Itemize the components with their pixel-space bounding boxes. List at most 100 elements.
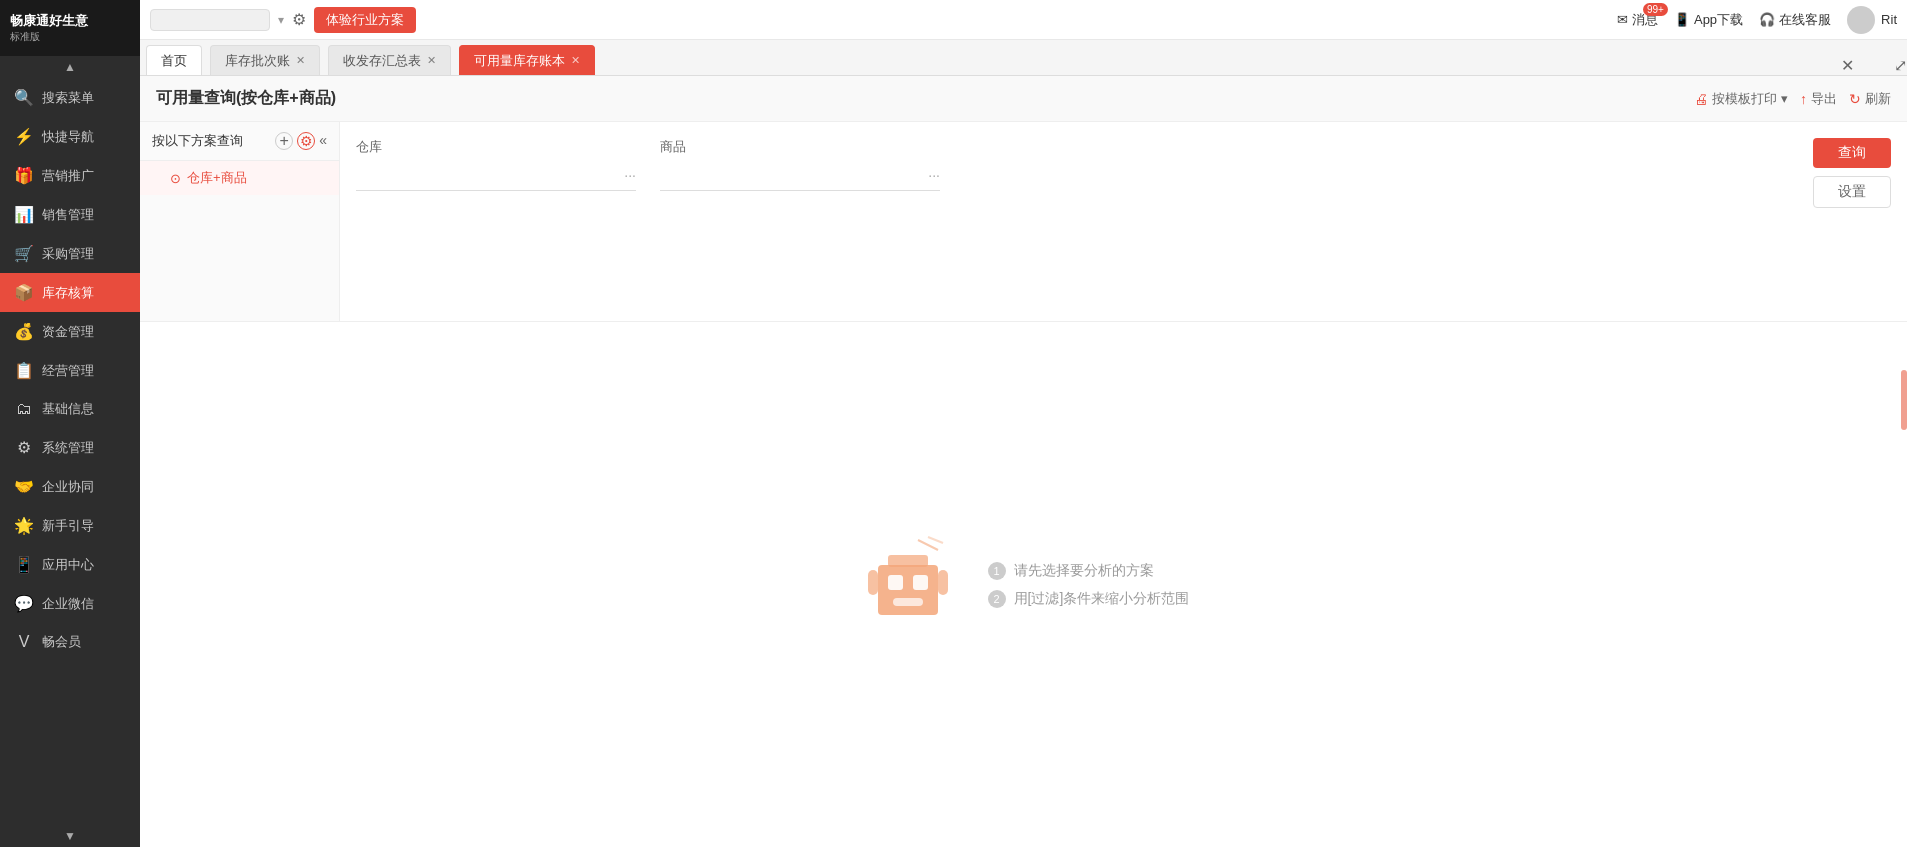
print-dropdown-icon: ▾ (1781, 91, 1788, 106)
goods-more-icon[interactable]: ··· (928, 167, 940, 183)
topbar-right: ✉ 消息 99+ 📱 App下载 🎧 在线客服 Rit (1617, 6, 1897, 34)
sidebar-item-member[interactable]: V 畅会员 (0, 623, 140, 661)
newbie-icon: 🌟 (14, 516, 34, 535)
online-service-label: 在线客服 (1779, 11, 1831, 29)
sidebar-item-marketing-promo[interactable]: 🎁 营销推广 (0, 156, 140, 195)
warehouse-more-icon[interactable]: ··· (624, 167, 636, 183)
scheme-item-warehouse-goods[interactable]: ⊙ 仓库+商品 (140, 161, 339, 195)
warehouse-input[interactable]: ··· (356, 160, 636, 191)
filter-scheme-label: 按以下方案查询 (152, 132, 243, 150)
query-button[interactable]: 查询 (1813, 138, 1891, 168)
tab-close-batch-account[interactable]: ✕ (296, 54, 305, 67)
sidebar-logo-sub: 标准版 (10, 30, 40, 44)
sidebar-item-label-quick: 快捷导航 (42, 128, 94, 146)
sidebar-item-label-inventory: 库存核算 (42, 284, 94, 302)
sidebar-item-search[interactable]: 🔍 搜索菜单 (0, 78, 140, 117)
tab-receipt-summary[interactable]: 收发存汇总表 ✕ (328, 45, 451, 75)
tab-available-ledger[interactable]: 可用量库存账本✕ (459, 45, 595, 75)
hint-number-2: 2 (988, 590, 1006, 608)
basic-icon: 🗂 (14, 400, 34, 418)
svg-line-7 (918, 540, 938, 550)
sidebar-item-label-newbie: 新手引导 (42, 517, 94, 535)
sidebar-item-label-sales: 销售管理 (42, 206, 94, 224)
empty-hint-2: 2 用[过滤]条件来缩小分析范围 (988, 590, 1190, 608)
tab-label-home: 首页 (161, 52, 187, 70)
close-all-tabs-button[interactable]: ✕ (1841, 56, 1854, 75)
quick-icon: ⚡ (14, 127, 34, 146)
marketing-promo-icon: 🎁 (14, 166, 34, 185)
user-menu[interactable]: Rit (1847, 6, 1897, 34)
sidebar-item-purchase[interactable]: 🛒 采购管理 (0, 234, 140, 273)
sidebar-logo: 畅康通好生意 标准版 (0, 0, 140, 56)
app-center-icon: 📱 (14, 555, 34, 574)
sidebar-item-label-basic: 基础信息 (42, 400, 94, 418)
filter-goods-field: 商品 ··· (660, 138, 940, 191)
refresh-label: 刷新 (1865, 90, 1891, 108)
sidebar-item-basic[interactable]: 🗂 基础信息 (0, 390, 140, 428)
phone-icon: 📱 (1674, 12, 1690, 27)
tab-close-receipt-summary[interactable]: ✕ (427, 54, 436, 67)
sidebar-item-inventory[interactable]: 📦 库存核算 (0, 273, 140, 312)
sidebar-item-finance[interactable]: 💰 资金管理 (0, 312, 140, 351)
sidebar-item-operations[interactable]: 📋 经营管理 (0, 351, 140, 390)
topbar-dropdown-icon[interactable]: ▾ (278, 13, 284, 27)
sidebar-item-label-operations: 经营管理 (42, 362, 94, 380)
online-service-button[interactable]: 🎧 在线客服 (1759, 11, 1831, 29)
filter-warehouse-field: 仓库 ··· (356, 138, 636, 191)
settings-scheme-icon[interactable]: ⚙ (297, 132, 315, 150)
warehouse-label: 仓库 (356, 138, 636, 156)
trial-industry-button[interactable]: 体验行业方案 (314, 7, 416, 33)
empty-hint-1: 1 请先选择要分析的方案 (988, 562, 1190, 580)
sidebar-scroll-down[interactable]: ▼ (0, 825, 140, 847)
tab-label-receipt-summary: 收发存汇总表 (343, 52, 421, 70)
app-download-button[interactable]: 📱 App下载 (1674, 11, 1743, 29)
collapse-scheme-icon[interactable]: « (319, 132, 327, 150)
export-icon: ↑ (1800, 91, 1807, 107)
svg-rect-5 (938, 570, 948, 595)
sidebar-item-label-finance: 资金管理 (42, 323, 94, 341)
svg-rect-1 (888, 575, 903, 590)
sidebar-item-label-wechat: 企业微信 (42, 595, 94, 613)
sidebar-item-label-app-center: 应用中心 (42, 556, 94, 574)
sidebar-item-enterprise[interactable]: 🤝 企业协同 (0, 467, 140, 506)
sidebar-item-quick[interactable]: ⚡ 快捷导航 (0, 117, 140, 156)
sidebar-scroll-up[interactable]: ▲ (0, 56, 140, 78)
headset-icon: 🎧 (1759, 12, 1775, 27)
message-button[interactable]: ✉ 消息 99+ (1617, 11, 1658, 29)
sales-icon: 📊 (14, 205, 34, 224)
topbar-search-input[interactable] (150, 9, 270, 31)
print-icon: 🖨 (1694, 91, 1708, 107)
page-content: 可用量查询(按仓库+商品) 🖨 按模板打印 ▾ ↑ 导出 ↻ 刷新 (140, 76, 1907, 847)
enterprise-icon: 🤝 (14, 477, 34, 496)
tab-home[interactable]: 首页 (146, 45, 202, 75)
svg-rect-0 (878, 565, 938, 615)
filter-actions: 查询 设置 (1797, 122, 1907, 321)
tab-close-available-ledger[interactable]: ✕ (571, 54, 580, 67)
tab-batch-account[interactable]: 库存批次账✕ (210, 45, 320, 75)
expand-window-button[interactable]: ⤢ (1894, 56, 1907, 75)
finance-icon: 💰 (14, 322, 34, 341)
goods-input[interactable]: ··· (660, 160, 940, 191)
inventory-icon: 📦 (14, 283, 34, 302)
export-action[interactable]: ↑ 导出 (1800, 90, 1837, 108)
settings-button[interactable]: 设置 (1813, 176, 1891, 208)
refresh-action[interactable]: ↻ 刷新 (1849, 90, 1891, 108)
sidebar-item-label-member: 畅会员 (42, 633, 81, 651)
empty-state: 1 请先选择要分析的方案 2 用[过滤]条件来缩小分析范围 (140, 322, 1907, 847)
hint-number-1: 1 (988, 562, 1006, 580)
svg-rect-6 (888, 555, 928, 567)
page-header: 可用量查询(按仓库+商品) 🖨 按模板打印 ▾ ↑ 导出 ↻ 刷新 (140, 76, 1907, 122)
message-badge: 99+ (1643, 3, 1668, 16)
filter-area: 按以下方案查询 + ⚙ « ⊙ 仓库+商品 仓库 (140, 122, 1907, 322)
sidebar-item-newbie[interactable]: 🌟 新手引导 (0, 506, 140, 545)
filter-scheme-panel: 按以下方案查询 + ⚙ « ⊙ 仓库+商品 (140, 122, 340, 321)
filter-scheme-header: 按以下方案查询 + ⚙ « (140, 122, 339, 161)
sidebar-item-app-center[interactable]: 📱 应用中心 (0, 545, 140, 584)
sidebar-item-wechat[interactable]: 💬 企业微信 (0, 584, 140, 623)
sidebar-item-sales[interactable]: 📊 销售管理 (0, 195, 140, 234)
topbar-settings-gear-icon[interactable]: ⚙ (292, 10, 306, 29)
sidebar-item-system[interactable]: ⚙ 系统管理 (0, 428, 140, 467)
print-action[interactable]: 🖨 按模板打印 ▾ (1694, 90, 1788, 108)
purchase-icon: 🛒 (14, 244, 34, 263)
add-scheme-icon[interactable]: + (275, 132, 293, 150)
